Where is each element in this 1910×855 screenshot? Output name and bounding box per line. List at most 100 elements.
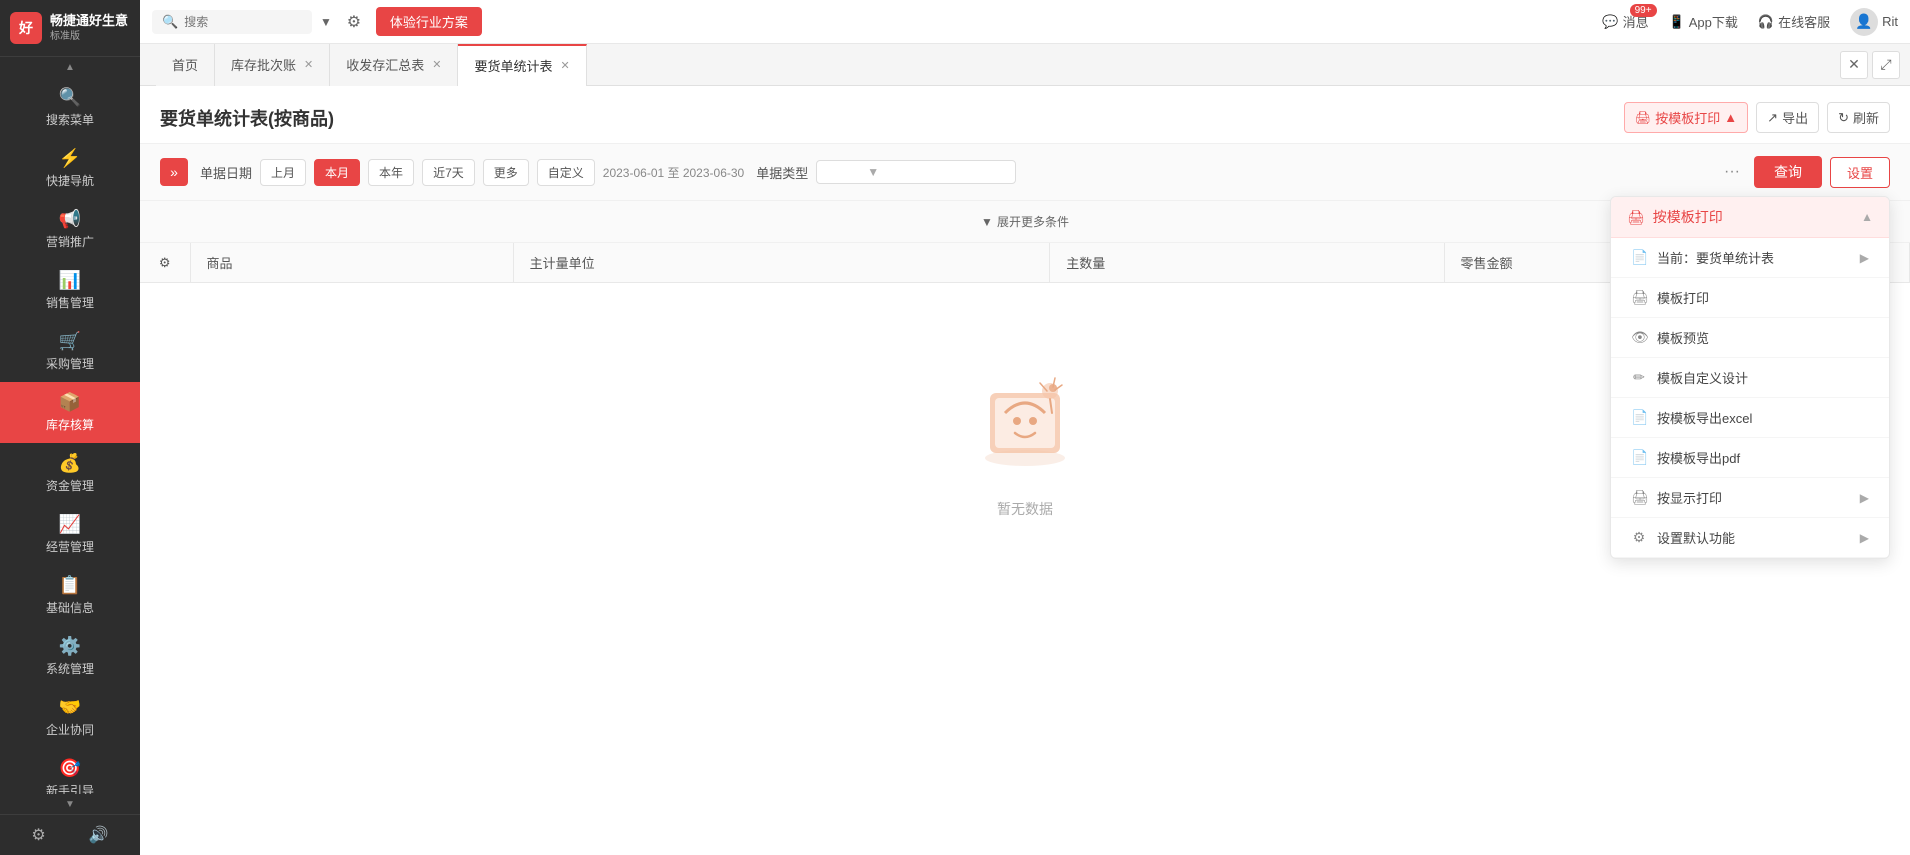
export-btn[interactable]: ↗ 导出 (1756, 102, 1819, 133)
tab-receivables-close[interactable]: ✕ (432, 58, 441, 71)
template-print-btn[interactable]: 🖨 按模板打印 ▲ (1624, 102, 1748, 133)
date-btn-this-year[interactable]: 本年 (368, 159, 414, 186)
topbar: 🔍 ▼ ⚙ 体验行业方案 💬 消息 99+ 📱 App下载 🎧 在线客服 (140, 0, 1910, 44)
date-btn-more[interactable]: 更多 (483, 159, 529, 186)
sound-bottom-icon[interactable]: 🔊 (89, 825, 109, 845)
more-options-btn[interactable]: ··· (1718, 163, 1746, 181)
dropdown-item-export-excel[interactable]: 📄 按模板导出excel (1611, 398, 1889, 438)
export-pdf-item-label: 按模板导出pdf (1657, 448, 1740, 467)
tab-close-btn[interactable]: ✕ (1840, 51, 1868, 79)
tab-receivables[interactable]: 收发存汇总表 ✕ (330, 44, 458, 86)
tab-home[interactable]: 首页 (156, 44, 215, 86)
username: Rit (1882, 14, 1898, 29)
expand-more-label: 展开更多条件 (997, 213, 1069, 230)
topbar-right: 💬 消息 99+ 📱 App下载 🎧 在线客服 👤 Rit (1602, 8, 1898, 36)
sidebar-item-sales[interactable]: 📊 销售管理 (0, 260, 140, 321)
sidebar-scroll-up[interactable]: ▲ (0, 57, 140, 77)
expand-more-btn[interactable]: ▼ 展开更多条件 (981, 207, 1069, 236)
sales-icon: 📊 (59, 270, 81, 291)
order-type-select[interactable]: ▼ (816, 160, 1016, 184)
order-type-label: 单据类型 (756, 163, 808, 182)
sidebar-item-guide[interactable]: 🎯 新手引导 (0, 748, 140, 794)
tab-order-stats[interactable]: 要货单统计表 ✕ (458, 44, 586, 86)
sidebar-item-search[interactable]: 🔍 搜索菜单 (0, 77, 140, 138)
dropdown-title: 按模板打印 (1653, 207, 1723, 227)
sidebar-item-basic[interactable]: 📋 基础信息 (0, 565, 140, 626)
sidebar-item-label: 资金管理 (46, 477, 94, 494)
tab-batch[interactable]: 库存批次账 ✕ (215, 44, 330, 86)
show-print-label: 按显示打印 (1657, 488, 1722, 507)
sidebar-item-purchase[interactable]: 🛒 采购管理 (0, 321, 140, 382)
filter-expand-btn[interactable]: » (160, 158, 188, 186)
dropdown-item-template-custom[interactable]: ✏ 模板自定义设计 (1611, 358, 1889, 398)
export-icon: ↗ (1767, 110, 1778, 126)
sidebar-item-label: 采购管理 (46, 355, 94, 372)
th-product: 商品 (190, 243, 513, 283)
dropdown-current-template[interactable]: 📄 当前：要货单统计表 ▶ (1611, 238, 1889, 278)
headset-icon: 🎧 (1758, 14, 1774, 30)
online-service-btn[interactable]: 🎧 在线客服 (1758, 12, 1830, 31)
search-nav-icon: 🔍 (59, 87, 81, 108)
filter-settings-btn[interactable]: 设置 (1830, 157, 1890, 188)
select-chevron-icon: ▼ (867, 165, 879, 179)
sidebar-item-shortcut[interactable]: ⚡ 快捷导航 (0, 138, 140, 199)
set-default-chevron: ▶ (1860, 531, 1869, 545)
refresh-label: 刷新 (1853, 108, 1879, 127)
sidebar-item-label: 新手引导 (46, 782, 94, 794)
tab-batch-close[interactable]: ✕ (304, 58, 313, 71)
sidebar-item-label: 营销推广 (46, 233, 94, 250)
dropdown-header-left: 🖨 按模板打印 (1627, 207, 1723, 227)
basic-icon: 📋 (59, 575, 81, 596)
tab-maximize-btn[interactable]: ⤢ (1872, 51, 1900, 79)
dropdown-collapse-icon[interactable]: ▲ (1861, 210, 1873, 224)
date-btn-last-month[interactable]: 上月 (260, 159, 306, 186)
operation-icon: 📈 (59, 514, 81, 535)
app-download-label: App下载 (1689, 12, 1738, 31)
current-template-label: 当前：要货单统计表 (1657, 248, 1774, 267)
current-template-chevron: ▶ (1860, 251, 1869, 265)
sidebar-item-finance[interactable]: 💰 资金管理 (0, 443, 140, 504)
empty-text: 暂无数据 (997, 499, 1053, 519)
dropdown-show-print[interactable]: 🖨 按显示打印 ▶ (1611, 478, 1889, 518)
tab-order-stats-close[interactable]: ✕ (561, 59, 570, 72)
th-settings[interactable]: ⚙ (140, 243, 190, 283)
settings-bottom-icon[interactable]: ⚙ (31, 825, 45, 845)
sidebar-item-collab[interactable]: 🤝 企业协同 (0, 687, 140, 748)
show-print-chevron: ▶ (1860, 491, 1869, 505)
sidebar-item-system[interactable]: ⚙️ 系统管理 (0, 626, 140, 687)
printer-icon: 🖨 (1635, 110, 1652, 126)
empty-illustration (965, 363, 1085, 483)
dropdown-set-default[interactable]: ⚙ 设置默认功能 ▶ (1611, 518, 1889, 558)
date-btn-7days[interactable]: 近7天 (422, 159, 475, 186)
preview-item-icon: 👁 (1631, 329, 1647, 346)
date-btn-this-month[interactable]: 本月 (314, 159, 360, 186)
topbar-dropdown-btn[interactable]: ▼ (320, 15, 332, 29)
date-btn-custom[interactable]: 自定义 (537, 159, 595, 186)
search-input[interactable] (184, 15, 294, 29)
dropdown-item-template-preview[interactable]: 👁 模板预览 (1611, 318, 1889, 358)
sidebar-item-label: 系统管理 (46, 660, 94, 677)
dropdown-item-export-pdf[interactable]: 📄 按模板导出pdf (1611, 438, 1889, 478)
user-avatar-btn[interactable]: 👤 Rit (1850, 8, 1898, 36)
print-item-icon: 🖨 (1631, 289, 1647, 306)
template-print-dropdown: 🖨 按模板打印 ▲ 📄 当前：要货单统计表 ▶ 🖨 模板打印 (1610, 196, 1890, 559)
sidebar-item-label: 企业协同 (46, 721, 94, 738)
refresh-btn[interactable]: ↻ 刷新 (1827, 102, 1890, 133)
tab-order-stats-label: 要货单统计表 (474, 56, 552, 75)
sidebar-scroll-down[interactable]: ▼ (0, 794, 140, 814)
trial-btn[interactable]: 体验行业方案 (376, 7, 482, 36)
sidebar-item-inventory[interactable]: 📦 库存核算 (0, 382, 140, 443)
app-download-btn[interactable]: 📱 App下载 (1669, 12, 1738, 31)
topbar-search-box[interactable]: 🔍 (152, 10, 312, 34)
system-icon: ⚙️ (59, 636, 81, 657)
dropdown-item-template-print[interactable]: 🖨 模板打印 (1611, 278, 1889, 318)
th-unit: 主计量单位 (513, 243, 1050, 283)
sidebar-item-operation[interactable]: 📈 经营管理 (0, 504, 140, 565)
sidebar-nav: 🔍 搜索菜单 ⚡ 快捷导航 📢 营销推广 📊 销售管理 🛒 采购管理 📦 库存核… (0, 77, 140, 794)
filter-bar: » 单据日期 上月 本月 本年 近7天 更多 自定义 2023-06-01 至 … (140, 144, 1910, 201)
query-btn[interactable]: 查询 (1754, 156, 1822, 188)
messages-btn[interactable]: 💬 消息 99+ (1602, 12, 1648, 31)
topbar-settings-btn[interactable]: ⚙ (340, 8, 368, 36)
sidebar-item-marketing[interactable]: 📢 营销推广 (0, 199, 140, 260)
expand-icon: » (170, 164, 178, 180)
